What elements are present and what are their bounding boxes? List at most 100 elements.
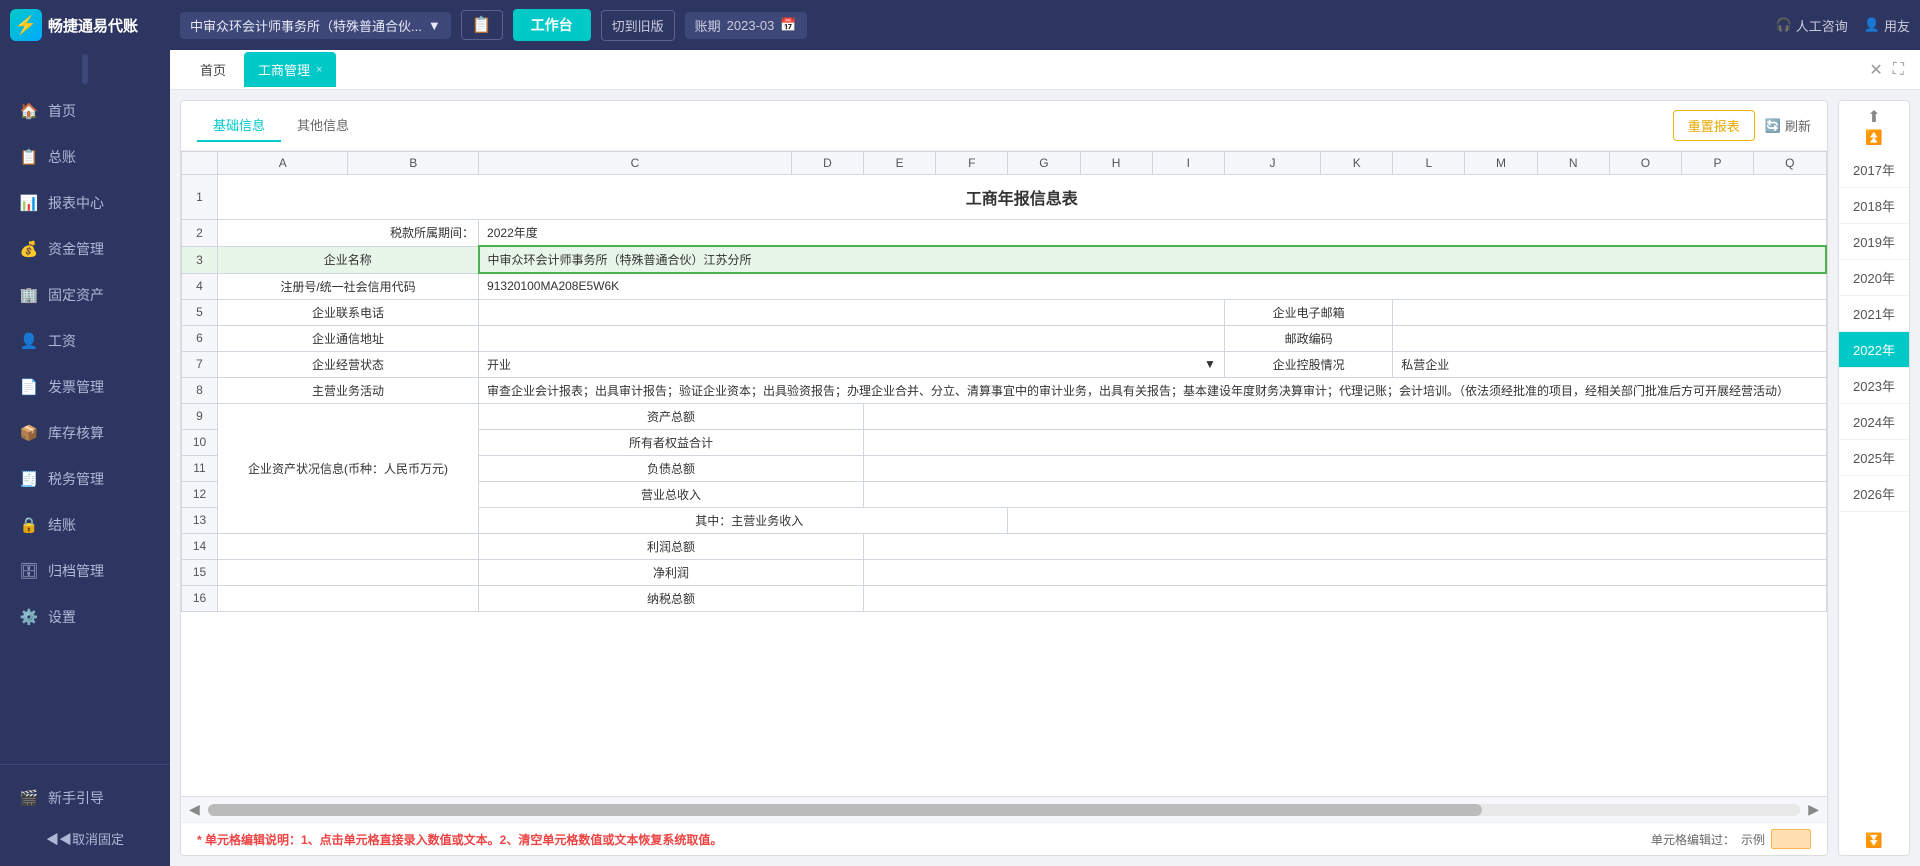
hscroll-track[interactable] bbox=[208, 804, 1800, 816]
year-item-2023[interactable]: 2023年 bbox=[1839, 368, 1909, 404]
year-item-2018[interactable]: 2018年 bbox=[1839, 188, 1909, 224]
panel-actions: 重置报表 🔄 刷新 bbox=[1673, 110, 1811, 141]
year-item-2021[interactable]: 2021年 bbox=[1839, 296, 1909, 332]
service-btn[interactable]: 🎧 人工咨询 bbox=[1776, 16, 1848, 35]
row-num-3: 3 bbox=[182, 246, 218, 273]
sidebar-item-close[interactable]: 🔒 结账 bbox=[0, 502, 170, 548]
guide-icon: 🎬 bbox=[20, 789, 38, 807]
col-header-m: M bbox=[1465, 152, 1537, 175]
sidebar-item-asset[interactable]: 🏢 固定资产 bbox=[0, 272, 170, 318]
sidebar-item-settings[interactable]: ⚙️ 设置 bbox=[0, 594, 170, 640]
cancel-fixed-btn[interactable]: ◀◀取消固定 bbox=[0, 821, 170, 856]
sidebar-item-archive[interactable]: 🗄 归档管理 bbox=[0, 548, 170, 594]
window-expand-btn[interactable]: ⛶ bbox=[1893, 61, 1904, 79]
cell-6-zip[interactable] bbox=[1393, 325, 1826, 351]
row-num-8: 8 bbox=[182, 377, 218, 403]
logo-text: 畅捷通易代账 bbox=[48, 15, 138, 36]
tab-home[interactable]: 首页 bbox=[186, 52, 240, 87]
workbench-btn[interactable]: 工作台 bbox=[513, 9, 591, 41]
sidebar-item-ledger[interactable]: 📋 总账 bbox=[0, 134, 170, 180]
year-item-2026[interactable]: 2026年 bbox=[1839, 476, 1909, 512]
refresh-btn[interactable]: 🔄 刷新 bbox=[1765, 116, 1811, 135]
user-btn[interactable]: 👤 用友 bbox=[1864, 16, 1910, 35]
cell-2-value[interactable]: 2022年度 bbox=[479, 220, 1826, 247]
sidebar-item-home[interactable]: 🏠 首页 bbox=[0, 88, 170, 134]
col-header-g: G bbox=[1008, 152, 1080, 175]
sidebar-item-inventory[interactable]: 📦 库存核算 bbox=[0, 410, 170, 456]
company-arrow: ▼ bbox=[428, 18, 441, 33]
new-guide-btn[interactable]: 🎬 新手引导 bbox=[0, 775, 170, 821]
year-item-2022[interactable]: 2022年 bbox=[1839, 332, 1909, 368]
cell-13-value[interactable] bbox=[1008, 507, 1826, 533]
cell-10-label: 所有者权益合计 bbox=[479, 429, 864, 455]
year-scroll-bottom[interactable]: ⏬ bbox=[1859, 826, 1888, 855]
title-cell[interactable]: 工商年报信息表 bbox=[218, 175, 1827, 220]
tab-other-label: 其他信息 bbox=[297, 118, 349, 133]
cell-6-zip-label: 邮政编码 bbox=[1224, 325, 1392, 351]
company-selector[interactable]: 中审众环会计师事务所（特殊普通合伙... ▼ bbox=[180, 12, 451, 39]
cell-7-control[interactable]: 私营企业 bbox=[1393, 351, 1826, 377]
cell-6-addr[interactable] bbox=[479, 325, 1225, 351]
bottom-hint: * 单元格编辑说明：1、点击单元格直接录入数值或文本。2、清空单元格数值或文本恢… bbox=[197, 831, 722, 848]
col-header-l: L bbox=[1393, 152, 1465, 175]
sidebar-item-report[interactable]: 📊 报表中心 bbox=[0, 180, 170, 226]
tab-other-info[interactable]: 其他信息 bbox=[281, 109, 365, 142]
copy-btn[interactable]: 📋 bbox=[461, 10, 503, 40]
sidebar-label-settings: 设置 bbox=[48, 607, 76, 627]
year-item-2024[interactable]: 2024年 bbox=[1839, 404, 1909, 440]
tab-basic-label: 基础信息 bbox=[213, 118, 265, 133]
tab-bar: 首页 工商管理 × ✕ ⛶ bbox=[170, 50, 1920, 90]
cell-14-value[interactable] bbox=[864, 533, 1826, 559]
cell-8-value[interactable]: 审查企业会计报表；出具审计报告；验证企业资本；出具验资报告；办理企业合并、分立、… bbox=[479, 377, 1826, 403]
year-item-2017[interactable]: 2017年 bbox=[1839, 152, 1909, 188]
year-item-2019[interactable]: 2019年 bbox=[1839, 224, 1909, 260]
cell-11-value[interactable] bbox=[864, 455, 1826, 481]
cell-10-value[interactable] bbox=[864, 429, 1826, 455]
cell-5-email[interactable] bbox=[1393, 299, 1826, 325]
refresh-icon: 🔄 bbox=[1765, 118, 1781, 134]
tab-basic-info[interactable]: 基础信息 bbox=[197, 109, 281, 142]
hscroll-right-arrow[interactable]: ▶ bbox=[1800, 799, 1827, 820]
sidebar-item-tax[interactable]: 🧾 税务管理 bbox=[0, 456, 170, 502]
table-row: 16 纳税总额 bbox=[182, 585, 1827, 611]
sidebar-label-inventory: 库存核算 bbox=[48, 423, 104, 443]
window-close-btn[interactable]: ✕ bbox=[1869, 60, 1882, 80]
calendar-icon[interactable]: 📅 bbox=[780, 17, 796, 33]
table-row: 8 主营业务活动 审查企业会计报表；出具审计报告；验证企业资本；出具验资报告；办… bbox=[182, 377, 1827, 403]
reset-report-btn[interactable]: 重置报表 bbox=[1673, 110, 1755, 141]
sidebar-label-report: 报表中心 bbox=[48, 193, 104, 213]
cell-6-label: 企业通信地址 bbox=[218, 325, 479, 351]
cell-9-value[interactable] bbox=[864, 403, 1826, 429]
salary-icon: 👤 bbox=[20, 332, 38, 350]
cell-15-label: 净利润 bbox=[479, 559, 864, 585]
cell-4-value[interactable]: 91320100MA208E5W6K bbox=[479, 273, 1826, 299]
panel-header: 基础信息 其他信息 重置报表 🔄 刷新 bbox=[181, 101, 1827, 151]
sidebar-item-fund[interactable]: 💰 资金管理 bbox=[0, 226, 170, 272]
tax-icon: 🧾 bbox=[20, 470, 38, 488]
year-scroll-top[interactable]: ⬆ ⏫ bbox=[1859, 101, 1888, 152]
switch-old-btn[interactable]: 切到旧版 bbox=[601, 10, 675, 41]
cell-3-value[interactable]: 中审众环会计师事务所（特殊普通合伙）江苏分所 bbox=[479, 246, 1826, 273]
cell-12-value[interactable] bbox=[864, 481, 1826, 507]
cell-15-value[interactable] bbox=[864, 559, 1826, 585]
cell-16-value[interactable] bbox=[864, 585, 1826, 611]
col-header-row: A B C D E F G H I J K L bbox=[182, 152, 1827, 175]
spreadsheet-wrapper[interactable]: A B C D E F G H I J K L bbox=[181, 151, 1827, 796]
hscroll-left-arrow[interactable]: ◀ bbox=[181, 799, 208, 820]
cell-12-label: 营业总收入 bbox=[479, 481, 864, 507]
tab-close-icon[interactable]: × bbox=[316, 64, 322, 76]
row-num-11: 11 bbox=[182, 455, 218, 481]
sidebar-label-tax: 税务管理 bbox=[48, 469, 104, 489]
table-row: 7 企业经营状态 开业 ▼ 企业控股情况 私营企业 bbox=[182, 351, 1827, 377]
table-row: 4 注册号/统一社会信用代码 91320100MA208E5W6K bbox=[182, 273, 1827, 299]
year-item-2020[interactable]: 2020年 bbox=[1839, 260, 1909, 296]
row-num-12: 12 bbox=[182, 481, 218, 507]
sidebar-item-salary[interactable]: 👤 工资 bbox=[0, 318, 170, 364]
cell-5-phone[interactable] bbox=[479, 299, 1225, 325]
tab-gongshang[interactable]: 工商管理 × bbox=[244, 52, 336, 87]
table-row: 14 利润总额 bbox=[182, 533, 1827, 559]
year-item-2025[interactable]: 2025年 bbox=[1839, 440, 1909, 476]
cell-7-status[interactable]: 开业 ▼ bbox=[479, 351, 1225, 377]
sidebar-item-invoice[interactable]: 📄 发票管理 bbox=[0, 364, 170, 410]
col-header-rownum bbox=[182, 152, 218, 175]
